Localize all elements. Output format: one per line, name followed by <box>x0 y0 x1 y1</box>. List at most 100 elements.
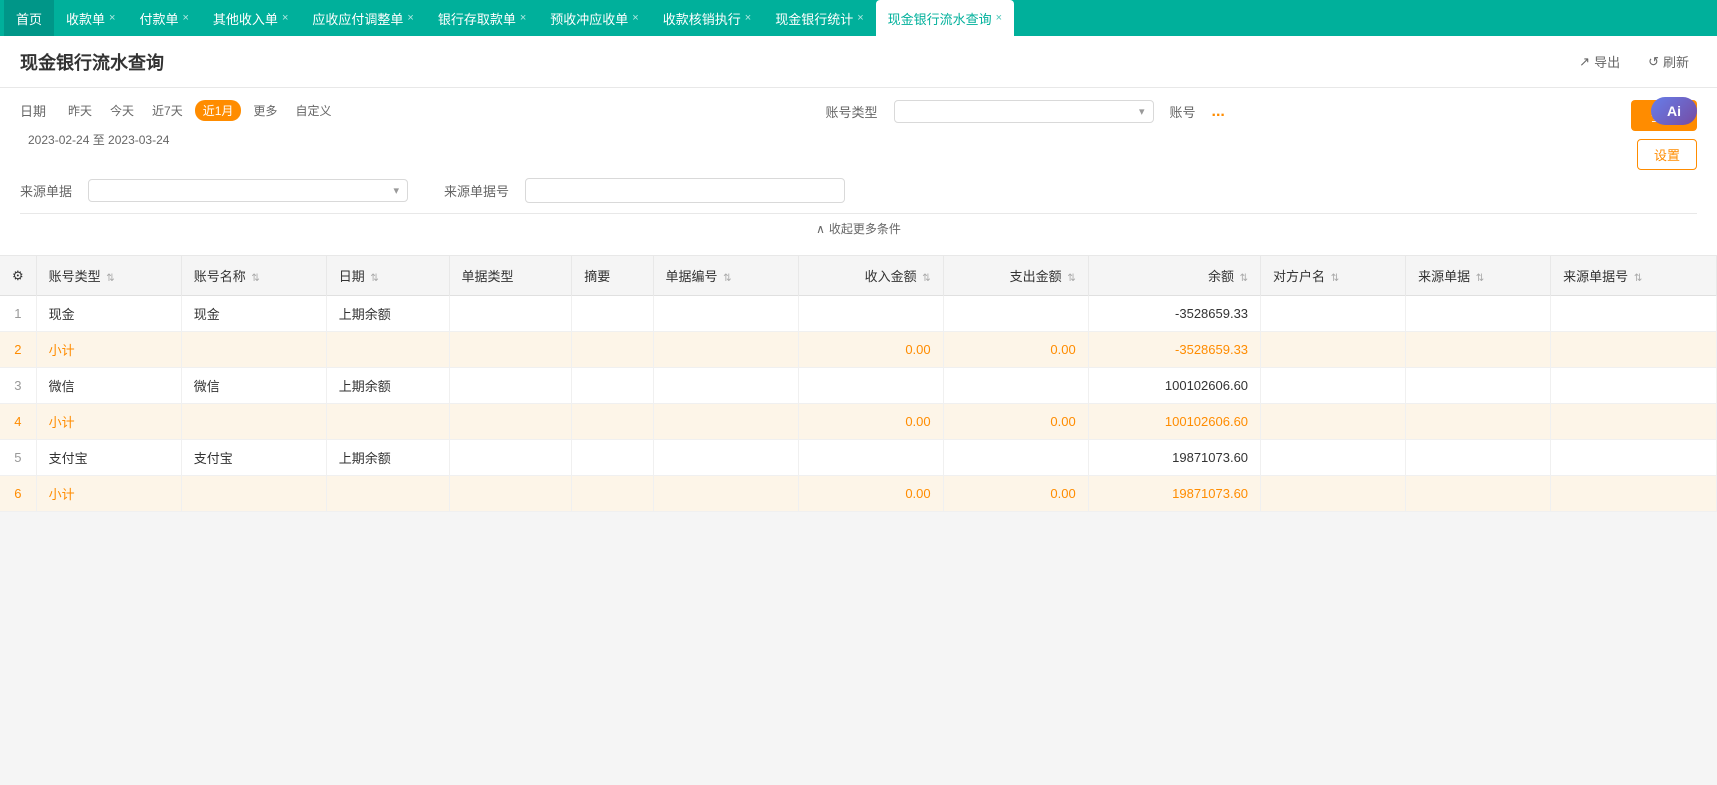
cell-counterpart <box>1261 332 1406 368</box>
setting-button[interactable]: 设置 <box>1637 139 1697 170</box>
nav-tab-ysyf[interactable]: 应收应付调整单 × <box>300 0 425 36</box>
cell-source-doc-no <box>1551 368 1717 404</box>
close-icon-xjyhls[interactable]: × <box>996 12 1002 24</box>
cell-balance: 100102606.60 <box>1088 404 1260 440</box>
th-account-type[interactable]: 账号类型 ⇅ <box>36 256 181 296</box>
source-doc-select[interactable]: ▾ <box>88 179 408 202</box>
close-icon-fuk[interactable]: × <box>182 12 188 24</box>
cell-date: 上期余额 <box>326 440 449 476</box>
cell-source-doc <box>1406 476 1551 512</box>
top-nav: 首页 收款单 × 付款单 × 其他收入单 × 应收应付调整单 × 银行存取款单 … <box>0 0 1717 36</box>
account-dots-btn[interactable]: ... <box>1212 103 1225 121</box>
nav-tab-shkxs[interactable]: 收款核销执行 × <box>651 0 763 36</box>
cell-num: 2 <box>0 332 36 368</box>
cell-balance: -3528659.33 <box>1088 296 1260 332</box>
th-source-doc-no[interactable]: 来源单据号 ⇅ <box>1551 256 1717 296</box>
nav-home[interactable]: 首页 <box>4 0 54 36</box>
export-button[interactable]: ↗ 导出 <box>1571 48 1628 75</box>
th-account-name-label: 账号名称 <box>194 269 246 284</box>
th-expense[interactable]: 支出金额 ⇅ <box>943 256 1088 296</box>
close-icon-xjyhtj[interactable]: × <box>857 12 863 24</box>
th-balance-label: 余额 <box>1208 269 1234 284</box>
close-icon-shkxs[interactable]: × <box>745 12 751 24</box>
cell-account-type: 小计 <box>36 404 181 440</box>
close-icon-yscs[interactable]: × <box>632 12 638 24</box>
account-type-select[interactable]: ▾ <box>894 100 1154 123</box>
collapse-bar[interactable]: ∧ 收起更多条件 <box>20 213 1697 243</box>
cell-date <box>326 332 449 368</box>
nav-tab-shk[interactable]: 收款单 × <box>54 0 127 36</box>
chevron-down-icon: ▾ <box>1139 105 1145 118</box>
th-balance[interactable]: 余额 ⇅ <box>1088 256 1260 296</box>
table-row: 4小计0.000.00100102606.60 <box>0 404 1717 440</box>
close-icon-ysyf[interactable]: × <box>407 12 413 24</box>
th-account-name[interactable]: 账号名称 ⇅ <box>181 256 326 296</box>
nav-tab-qtsr[interactable]: 其他收入单 × <box>201 0 300 36</box>
collapse-label: 收起更多条件 <box>829 220 901 237</box>
th-income[interactable]: 收入金额 ⇅ <box>798 256 943 296</box>
th-counterpart-label: 对方户名 <box>1273 269 1325 284</box>
th-doc-type[interactable]: 单据类型 <box>449 256 572 296</box>
filter-mid: 账号类型 ▾ 账号 ... <box>826 100 1612 133</box>
sort-icon-income: ⇅ <box>922 273 930 284</box>
th-income-label: 收入金额 <box>865 269 917 284</box>
close-icon-qtsr[interactable]: × <box>282 12 288 24</box>
close-icon-shk[interactable]: × <box>109 12 115 24</box>
th-config[interactable]: ⚙ <box>0 256 36 296</box>
source-doc-no-input[interactable] <box>525 178 845 203</box>
cell-source-doc <box>1406 296 1551 332</box>
cell-date <box>326 476 449 512</box>
th-summary[interactable]: 摘要 <box>572 256 653 296</box>
refresh-button[interactable]: ↺ 刷新 <box>1640 48 1697 75</box>
nav-tab-xjyhls[interactable]: 现金银行流水查询 × <box>876 0 1014 36</box>
cell-expense: 0.00 <box>943 404 1088 440</box>
th-counterpart[interactable]: 对方户名 ⇅ <box>1261 256 1406 296</box>
th-date[interactable]: 日期 ⇅ <box>326 256 449 296</box>
table-body: 1现金现金上期余额-3528659.332小计0.000.00-3528659.… <box>0 296 1717 512</box>
th-expense-label: 支出金额 <box>1010 269 1062 284</box>
date-range-display: 2023-02-24 至 2023-03-24 <box>20 131 806 148</box>
cell-account-type: 支付宝 <box>36 440 181 476</box>
th-doc-no-label: 单据编号 <box>666 269 718 284</box>
date-btn-custom[interactable]: 自定义 <box>289 100 337 121</box>
cell-source-doc <box>1406 440 1551 476</box>
sort-icon-expense: ⇅ <box>1067 273 1075 284</box>
cell-num: 4 <box>0 404 36 440</box>
cell-doc-type <box>449 332 572 368</box>
cell-income: 0.00 <box>798 404 943 440</box>
th-doc-no[interactable]: 单据编号 ⇅ <box>653 256 798 296</box>
cell-summary <box>572 296 653 332</box>
sort-icon-doc-no: ⇅ <box>723 273 731 284</box>
table-header-row: ⚙ 账号类型 ⇅ 账号名称 ⇅ 日期 ⇅ 单据类型 摘要 <box>0 256 1717 296</box>
ai-badge[interactable]: Ai <box>1651 97 1697 125</box>
nav-tab-xjyhtj[interactable]: 现金银行统计 × <box>763 0 875 36</box>
page-header: 现金银行流水查询 ↗ 导出 ↺ 刷新 <box>0 36 1717 88</box>
cell-expense <box>943 368 1088 404</box>
account-label: 账号 <box>1170 102 1196 121</box>
date-btn-today[interactable]: 今天 <box>104 100 140 121</box>
nav-tab-yscs[interactable]: 预收冲应收单 × <box>538 0 650 36</box>
cell-summary <box>572 440 653 476</box>
cell-summary <box>572 368 653 404</box>
cell-source-doc <box>1406 404 1551 440</box>
cell-income: 0.00 <box>798 332 943 368</box>
date-range-text: 2023-02-24 至 2023-03-24 <box>28 133 169 147</box>
table-row: 6小计0.000.0019871073.60 <box>0 476 1717 512</box>
date-btn-1month[interactable]: 近1月 <box>195 100 242 121</box>
cell-date <box>326 404 449 440</box>
cell-num: 3 <box>0 368 36 404</box>
th-source-doc-no-label: 来源单据号 <box>1563 269 1628 284</box>
nav-tab-fuk[interactable]: 付款单 × <box>127 0 200 36</box>
cell-account-name: 支付宝 <box>181 440 326 476</box>
date-btn-yesterday[interactable]: 昨天 <box>62 100 98 121</box>
chevron-down-icon-2: ▾ <box>393 184 399 197</box>
date-btn-7days[interactable]: 近7天 <box>146 100 189 121</box>
cell-account-name <box>181 476 326 512</box>
date-btn-more[interactable]: 更多 <box>247 100 283 121</box>
close-icon-yhcq[interactable]: × <box>520 12 526 24</box>
th-summary-label: 摘要 <box>584 269 610 284</box>
th-source-doc[interactable]: 来源单据 ⇅ <box>1406 256 1551 296</box>
nav-tab-yhcq[interactable]: 银行存取款单 × <box>426 0 538 36</box>
cell-counterpart <box>1261 404 1406 440</box>
table-row: 2小计0.000.00-3528659.33 <box>0 332 1717 368</box>
